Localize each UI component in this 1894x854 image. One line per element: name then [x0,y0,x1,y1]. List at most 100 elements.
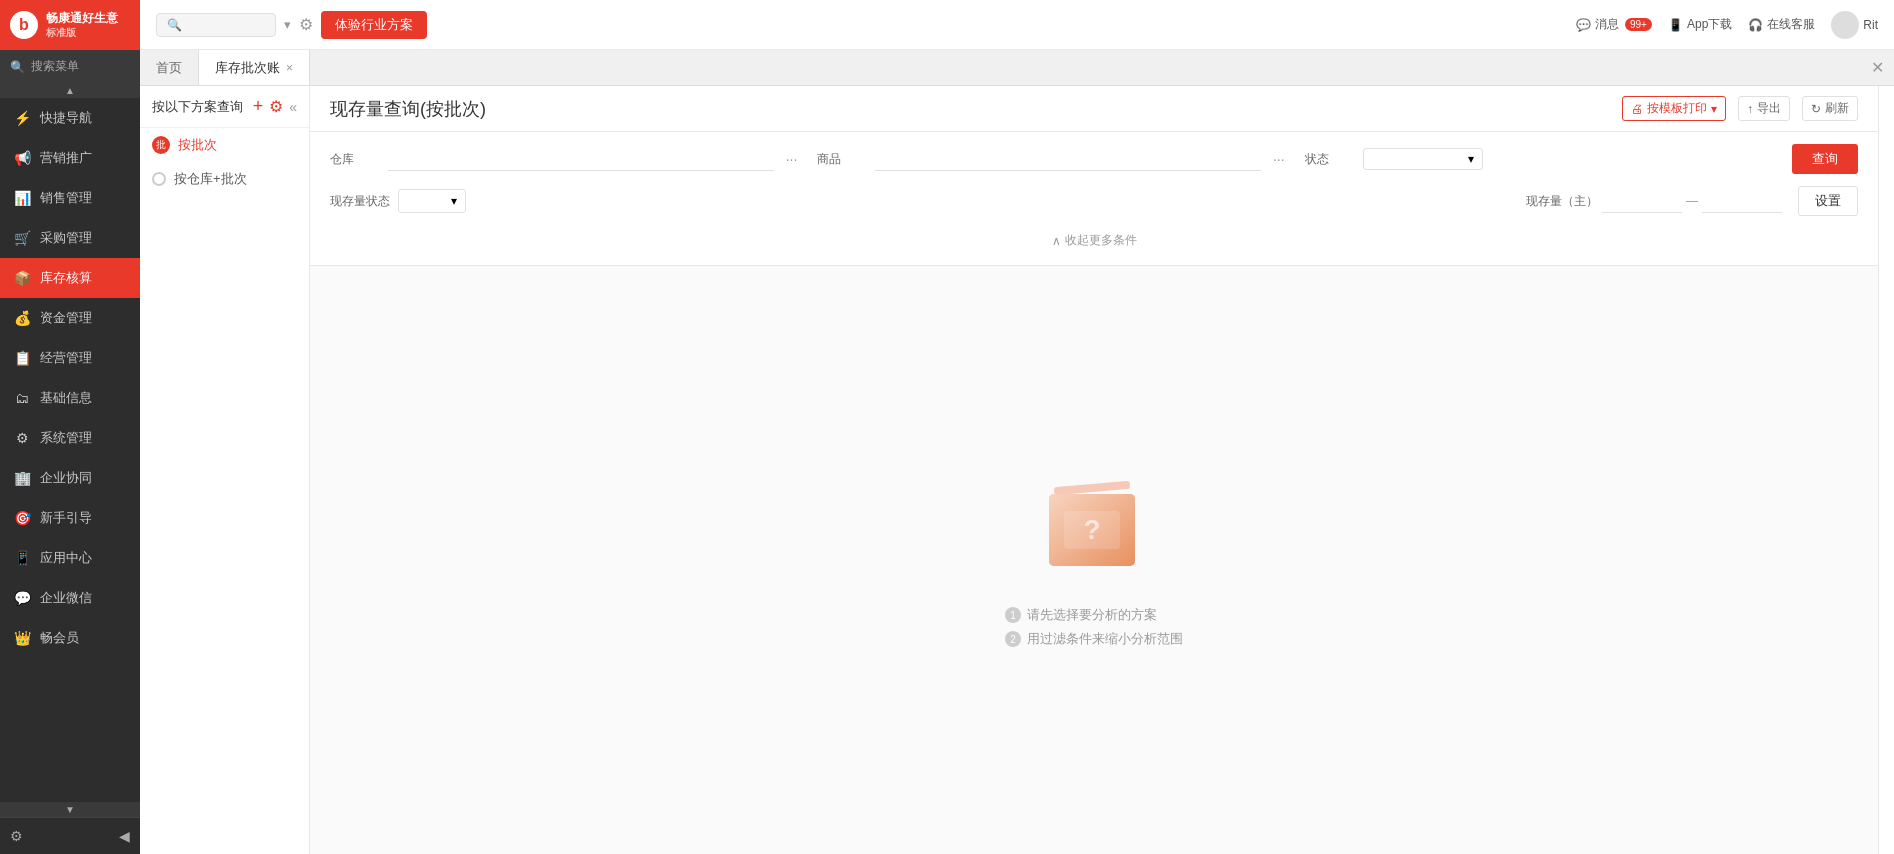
dropdown-arrow-icon[interactable]: ▾ [284,17,291,32]
user-name: Rit [1863,18,1878,32]
query-header: 现存量查询(按批次) 🖨 按模板打印 ▾ ↑ 导出 ↻ 刷新 [310,86,1878,132]
sidebar-item-marketing[interactable]: 📢 营销推广 [0,138,140,178]
filter-scheme-by-batch[interactable]: 批 按批次 [140,128,309,162]
filter-bar: 仓库 ··· 商品 ··· 状态 ▾ [310,132,1878,266]
sidebar: b 畅康通好生意 标准版 🔍 搜索菜单 ▲ ⚡ 快捷导航 📢 营销推广 📊 销售… [0,0,140,854]
sidebar-item-guide[interactable]: 🎯 新手引导 [0,498,140,538]
sidebar-collapse-icon[interactable]: ◀ [119,828,130,844]
quick-nav-label: 快捷导航 [40,109,92,127]
sidebar-item-operations[interactable]: 📋 经营管理 [0,338,140,378]
empty-state: ? 1 请先 [1005,466,1183,654]
print-template-button[interactable]: 🖨 按模板打印 ▾ [1622,96,1726,121]
product-label: 商品 [817,151,867,168]
filter-panel-title: 按以下方案查询 [152,98,243,116]
print-dropdown-icon[interactable]: ▾ [1711,102,1717,116]
app-center-label: 应用中心 [40,549,92,567]
system-label: 系统管理 [40,429,92,447]
quick-nav-icon: ⚡ [12,108,32,128]
marketing-icon: 📢 [12,148,32,168]
guide-icon: 🎯 [12,508,32,528]
tab-home[interactable]: 首页 [140,50,199,85]
status-select[interactable]: ▾ [1363,148,1483,170]
sidebar-item-app-center[interactable]: 📱 应用中心 [0,538,140,578]
logo-icon: b [10,11,38,39]
inventory-status-label: 现存量状态 [330,193,390,210]
batch-icon: 批 [152,136,170,154]
refresh-button[interactable]: ↻ 刷新 [1802,96,1858,121]
headset-icon: 🎧 [1748,18,1763,32]
sidebar-settings-icon[interactable]: ⚙ [10,828,23,844]
marketing-label: 营销推广 [40,149,92,167]
sidebar-scroll-up[interactable]: ▲ [0,83,140,98]
scheme-settings-icon[interactable]: ⚙ [269,97,283,116]
sidebar-scroll-down[interactable]: ▼ [0,802,140,817]
add-scheme-icon[interactable]: + [253,96,264,117]
filter-panel: 按以下方案查询 + ⚙ « 批 按批次 按仓库+批次 [140,86,310,854]
tab-inventory-batch[interactable]: 库存批次账 × [199,50,310,85]
inventory-qty-label: 现存量（主） [1526,193,1598,210]
settings-button[interactable]: 设置 [1798,186,1858,216]
finance-icon: 💰 [12,308,32,328]
product-dots[interactable]: ··· [1269,151,1289,167]
system-icon: ⚙ [12,428,32,448]
sidebar-item-quick-nav[interactable]: ⚡ 快捷导航 [0,98,140,138]
online-service-button[interactable]: 🎧 在线客服 [1748,16,1815,33]
query-area: 现存量查询(按批次) 🖨 按模板打印 ▾ ↑ 导出 ↻ 刷新 [310,86,1878,854]
inventory-tab-label: 库存批次账 [215,59,280,77]
wechat-label: 企业微信 [40,589,92,607]
edition-label: 标准版 [46,26,118,39]
topbar: 🔍 ▾ ⚙ 体验行业方案 💬 消息 99+ 📱 App下载 🎧 在线客服 Ri [140,0,1894,50]
member-label: 畅会员 [40,629,79,647]
global-search[interactable]: 🔍 [156,13,276,37]
inventory-status-filter: 现存量状态 ▾ [330,189,1510,213]
inventory-status-dropdown-icon: ▾ [451,194,457,208]
sidebar-header: b 畅康通好生意 标准版 [0,0,140,50]
panel-collapse-icon[interactable]: « [289,99,297,115]
app-download-label: App下载 [1687,16,1732,33]
warehouse-dots[interactable]: ··· [782,151,802,167]
message-badge: 99+ [1625,18,1652,31]
sidebar-item-enterprise[interactable]: 🏢 企业协同 [0,458,140,498]
enterprise-label: 企业协同 [40,469,92,487]
sidebar-item-inventory[interactable]: 📦 库存核算 [0,258,140,298]
collapse-icon: ∧ [1052,234,1061,248]
warehouse-input[interactable] [388,148,774,171]
user-avatar-button[interactable]: Rit [1831,11,1878,39]
tip-2-text: 用过滤条件来缩小分析范围 [1027,630,1183,648]
filter-row-2: 现存量状态 ▾ 现存量（主） — 设置 [330,186,1858,216]
online-service-label: 在线客服 [1767,16,1815,33]
message-button[interactable]: 💬 消息 99+ [1576,16,1652,33]
app-download-button[interactable]: 📱 App下载 [1668,16,1732,33]
trial-button[interactable]: 体验行业方案 [321,11,427,39]
sidebar-item-purchase[interactable]: 🛒 采购管理 [0,218,140,258]
company-name: 畅康通好生意 [46,11,118,27]
export-button[interactable]: ↑ 导出 [1738,96,1790,121]
qty-to-input[interactable] [1702,190,1782,213]
purchase-icon: 🛒 [12,228,32,248]
product-filter: 商品 ··· [817,148,1288,171]
header-text: 畅康通好生意 标准版 [46,11,118,40]
product-input[interactable] [875,148,1261,171]
search-menu[interactable]: 🔍 搜索菜单 [0,50,140,83]
tab-area-close[interactable]: ✕ [1861,50,1894,85]
qty-from-input[interactable] [1602,190,1682,213]
filter-panel-actions: + ⚙ « [253,96,297,117]
sidebar-item-finance[interactable]: 💰 资金管理 [0,298,140,338]
sidebar-item-basic[interactable]: 🗂 基础信息 [0,378,140,418]
tab-close-icon[interactable]: × [286,61,293,75]
settings-gear-icon[interactable]: ⚙ [299,15,313,34]
sidebar-item-sales[interactable]: 📊 销售管理 [0,178,140,218]
page-title: 现存量查询(按批次) [330,97,486,121]
inventory-status-dropdown[interactable]: ▾ [398,189,466,213]
sidebar-item-system[interactable]: ⚙ 系统管理 [0,418,140,458]
enterprise-icon: 🏢 [12,468,32,488]
filter-scheme-by-warehouse-batch[interactable]: 按仓库+批次 [140,162,309,196]
sidebar-nav: ⚡ 快捷导航 📢 营销推广 📊 销售管理 🛒 采购管理 📦 库存核算 💰 资金管… [0,98,140,802]
warehouse-filter: 仓库 ··· [330,148,801,171]
tip-1-num: 1 [1005,607,1021,623]
sidebar-item-member[interactable]: 👑 畅会员 [0,618,140,658]
collapse-button[interactable]: ∧ 收起更多条件 [330,228,1858,253]
search-label: 搜索菜单 [31,58,79,75]
query-button[interactable]: 查询 [1792,144,1858,174]
sidebar-item-wechat[interactable]: 💬 企业微信 [0,578,140,618]
